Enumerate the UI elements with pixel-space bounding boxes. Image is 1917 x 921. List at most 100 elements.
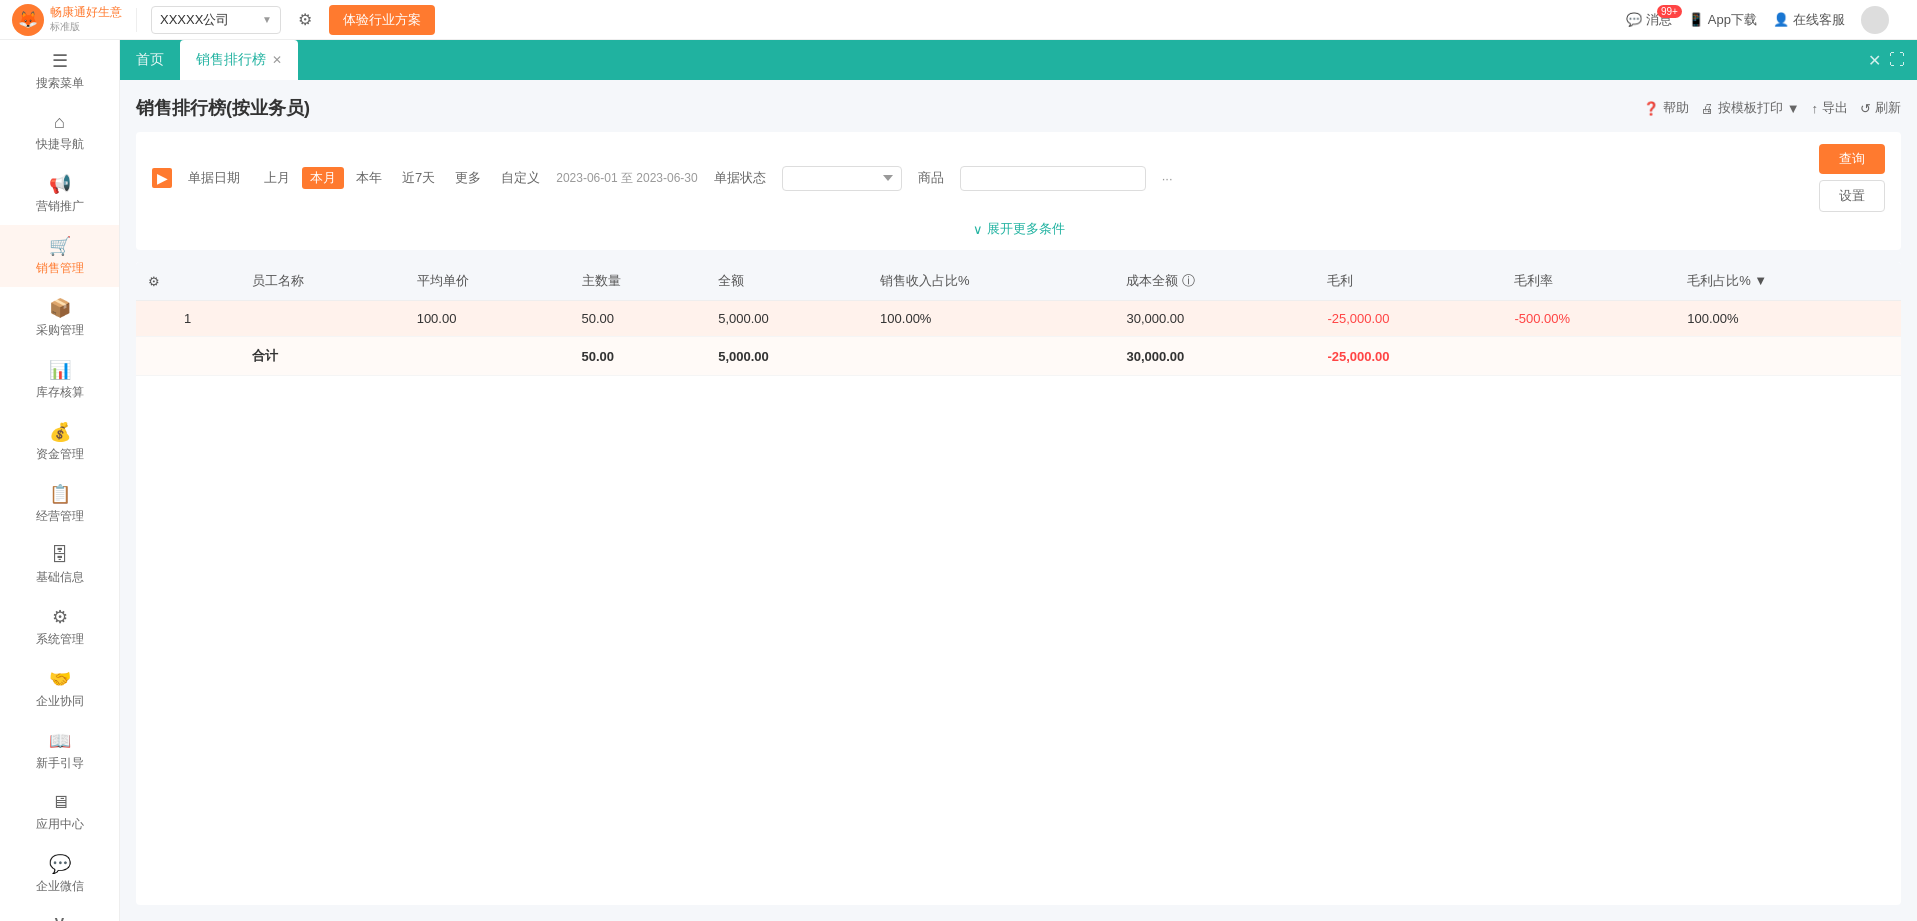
status-select[interactable] <box>782 166 902 191</box>
top-right-area: 💬 消息 99+ 📱 App下载 👤 在线客服 <box>1626 6 1905 34</box>
sidebar-item-purchase[interactable]: 📦 采购管理 <box>0 287 119 349</box>
date-opt-custom[interactable]: 自定义 <box>493 167 548 189</box>
sidebar-item-label: 库存核算 <box>36 384 84 401</box>
export-button[interactable]: ↑ 导出 <box>1812 99 1849 117</box>
sidebar-item-search-menu[interactable]: ☰ 搜索菜单 <box>0 40 119 102</box>
avatar[interactable] <box>1861 6 1889 34</box>
tab-close-icon[interactable]: ✕ <box>272 53 282 67</box>
date-opt-last-month[interactable]: 上月 <box>256 167 298 189</box>
right-buttons: 查询 设置 <box>1819 144 1885 212</box>
date-opt-7days[interactable]: 近7天 <box>394 167 443 189</box>
sidebar-item-label: 基础信息 <box>36 569 84 586</box>
purchase-icon: 📦 <box>49 297 71 319</box>
date-options: 上月 本月 本年 近7天 更多 自定义 2023-06-01 至 2023-06… <box>256 167 698 189</box>
table-container: ⚙ 员工名称 平均单价 主数量 全额 销售收入占比% 成本全额 ⓘ 毛利 毛利率 <box>136 262 1901 905</box>
sidebar-item-label: 采购管理 <box>36 322 84 339</box>
cell-profit-pct: 100.00% <box>1675 301 1901 337</box>
quick-nav-icon: ⌂ <box>54 112 65 133</box>
sidebar-item-operations[interactable]: 📋 经营管理 <box>0 473 119 535</box>
tab-bar: 首页 销售排行榜 ✕ ✕ ⛶ <box>120 40 1917 80</box>
date-opt-this-year[interactable]: 本年 <box>348 167 390 189</box>
table-header-row: ⚙ 员工名称 平均单价 主数量 全额 销售收入占比% 成本全额 ⓘ 毛利 毛利率 <box>136 262 1901 301</box>
export-label: 导出 <box>1822 99 1848 117</box>
chevron-down-icon: ▼ <box>262 14 272 25</box>
enterprise-icon: 🤝 <box>49 668 71 690</box>
footer-amount: 5,000.00 <box>706 337 868 376</box>
col-profit-rate: 毛利率 <box>1502 262 1675 301</box>
tab-sales-ranking[interactable]: 销售排行榜 ✕ <box>180 40 298 80</box>
company-selector[interactable]: XXXXX公司 ▼ <box>151 6 281 34</box>
sidebar-item-guide[interactable]: 📖 新手引导 <box>0 720 119 782</box>
app-label: App下载 <box>1708 11 1757 29</box>
cell-settings <box>136 301 172 337</box>
print-label: 按模板打印 <box>1718 99 1783 117</box>
marketing-icon: 📢 <box>49 173 71 195</box>
footer-cell-empty2 <box>172 337 240 376</box>
sidebar-item-apps[interactable]: 🖥 应用中心 <box>0 782 119 843</box>
gear-icon[interactable]: ⚙ <box>148 274 160 289</box>
sidebar-item-label: 应用中心 <box>36 816 84 833</box>
sidebar-item-inventory[interactable]: 📊 库存核算 <box>0 349 119 411</box>
sidebar-item-quick-nav[interactable]: ⌂ 快捷导航 <box>0 102 119 163</box>
sales-icon: 🛒 <box>49 235 71 257</box>
col-profit-pct: 毛利占比% ▼ <box>1675 262 1901 301</box>
sidebar-item-label: 企业微信 <box>36 878 84 895</box>
help-label: 帮助 <box>1663 99 1689 117</box>
help-button[interactable]: ❓ 帮助 <box>1643 99 1689 117</box>
sidebar-item-finance[interactable]: 💰 资金管理 <box>0 411 119 473</box>
logo-sub: 标准版 <box>50 20 122 34</box>
cell-sales-pct: 100.00% <box>868 301 1114 337</box>
print-chevron-icon: ▼ <box>1787 101 1800 116</box>
sidebar-item-label: 系统管理 <box>36 631 84 648</box>
col-avg-price: 平均单价 <box>405 262 570 301</box>
print-button[interactable]: 🖨 按模板打印 ▼ <box>1701 99 1800 117</box>
sidebar-item-sales[interactable]: 🛒 销售管理 <box>0 225 119 287</box>
sidebar-item-basic-info[interactable]: 🗄 基础信息 <box>0 535 119 596</box>
col-profit: 毛利 <box>1315 262 1502 301</box>
footer-qty: 50.00 <box>570 337 707 376</box>
export-icon: ↑ <box>1812 101 1819 116</box>
system-icon: ⚙ <box>52 606 68 628</box>
sidebar-item-enterprise[interactable]: 🤝 企业协同 <box>0 658 119 720</box>
refresh-button[interactable]: ↺ 刷新 <box>1860 99 1901 117</box>
query-button[interactable]: 查询 <box>1819 144 1885 174</box>
tab-home[interactable]: 首页 <box>120 40 180 80</box>
sidebar-item-label: 销售管理 <box>36 260 84 277</box>
table-settings-button[interactable]: 设置 <box>1819 180 1885 212</box>
tab-maximize-icon[interactable]: ⛶ <box>1889 51 1905 69</box>
sidebar-item-wechat[interactable]: 💬 企业微信 <box>0 843 119 905</box>
tab-minimize-icon[interactable]: ✕ <box>1868 51 1881 70</box>
tab-home-label: 首页 <box>136 51 164 69</box>
apps-icon: 🖥 <box>51 792 69 813</box>
more-filters-icon[interactable]: ··· <box>1162 171 1173 186</box>
cell-rank: 1 <box>172 301 240 337</box>
inventory-icon: 📊 <box>49 359 71 381</box>
messages-button[interactable]: 💬 消息 99+ <box>1626 11 1672 29</box>
footer-row: 合计 50.00 5,000.00 30,000.00 -25,000.00 <box>136 337 1901 376</box>
online-service-button[interactable]: 👤 在线客服 <box>1773 11 1845 29</box>
footer-label: 合计 <box>240 337 405 376</box>
divider <box>136 8 137 32</box>
expand-filter-button[interactable]: ▶ <box>152 168 172 188</box>
sidebar-item-label: 经营管理 <box>36 508 84 525</box>
footer-cell-empty1 <box>136 337 172 376</box>
expand-more-button[interactable]: ∨ 展开更多条件 <box>152 220 1885 238</box>
goods-label: 商品 <box>918 169 944 187</box>
settings-icon[interactable]: ⚙ <box>291 6 319 34</box>
message-icon: 💬 <box>1626 12 1642 27</box>
company-name: XXXXX公司 <box>160 11 258 29</box>
cell-profit: -25,000.00 <box>1315 301 1502 337</box>
table-footer: 合计 50.00 5,000.00 30,000.00 -25,000.00 <box>136 337 1901 376</box>
goods-input[interactable] <box>960 166 1146 191</box>
sidebar-item-system[interactable]: ⚙ 系统管理 <box>0 596 119 658</box>
date-opt-more[interactable]: 更多 <box>447 167 489 189</box>
col-settings[interactable]: ⚙ <box>136 262 172 301</box>
app-download-button[interactable]: 📱 App下载 <box>1688 11 1757 29</box>
date-opt-this-month[interactable]: 本月 <box>302 167 344 189</box>
trial-button[interactable]: 体验行业方案 <box>329 5 435 35</box>
sidebar-item-member[interactable]: V 畅会员 <box>0 905 119 921</box>
sidebar: ☰ 搜索菜单 ⌂ 快捷导航 📢 营销推广 🛒 销售管理 📦 采购管理 📊 库 <box>0 40 120 921</box>
sidebar-item-marketing[interactable]: 📢 营销推广 <box>0 163 119 225</box>
date-range: 2023-06-01 至 2023-06-30 <box>556 170 697 187</box>
member-icon: V <box>55 915 64 921</box>
